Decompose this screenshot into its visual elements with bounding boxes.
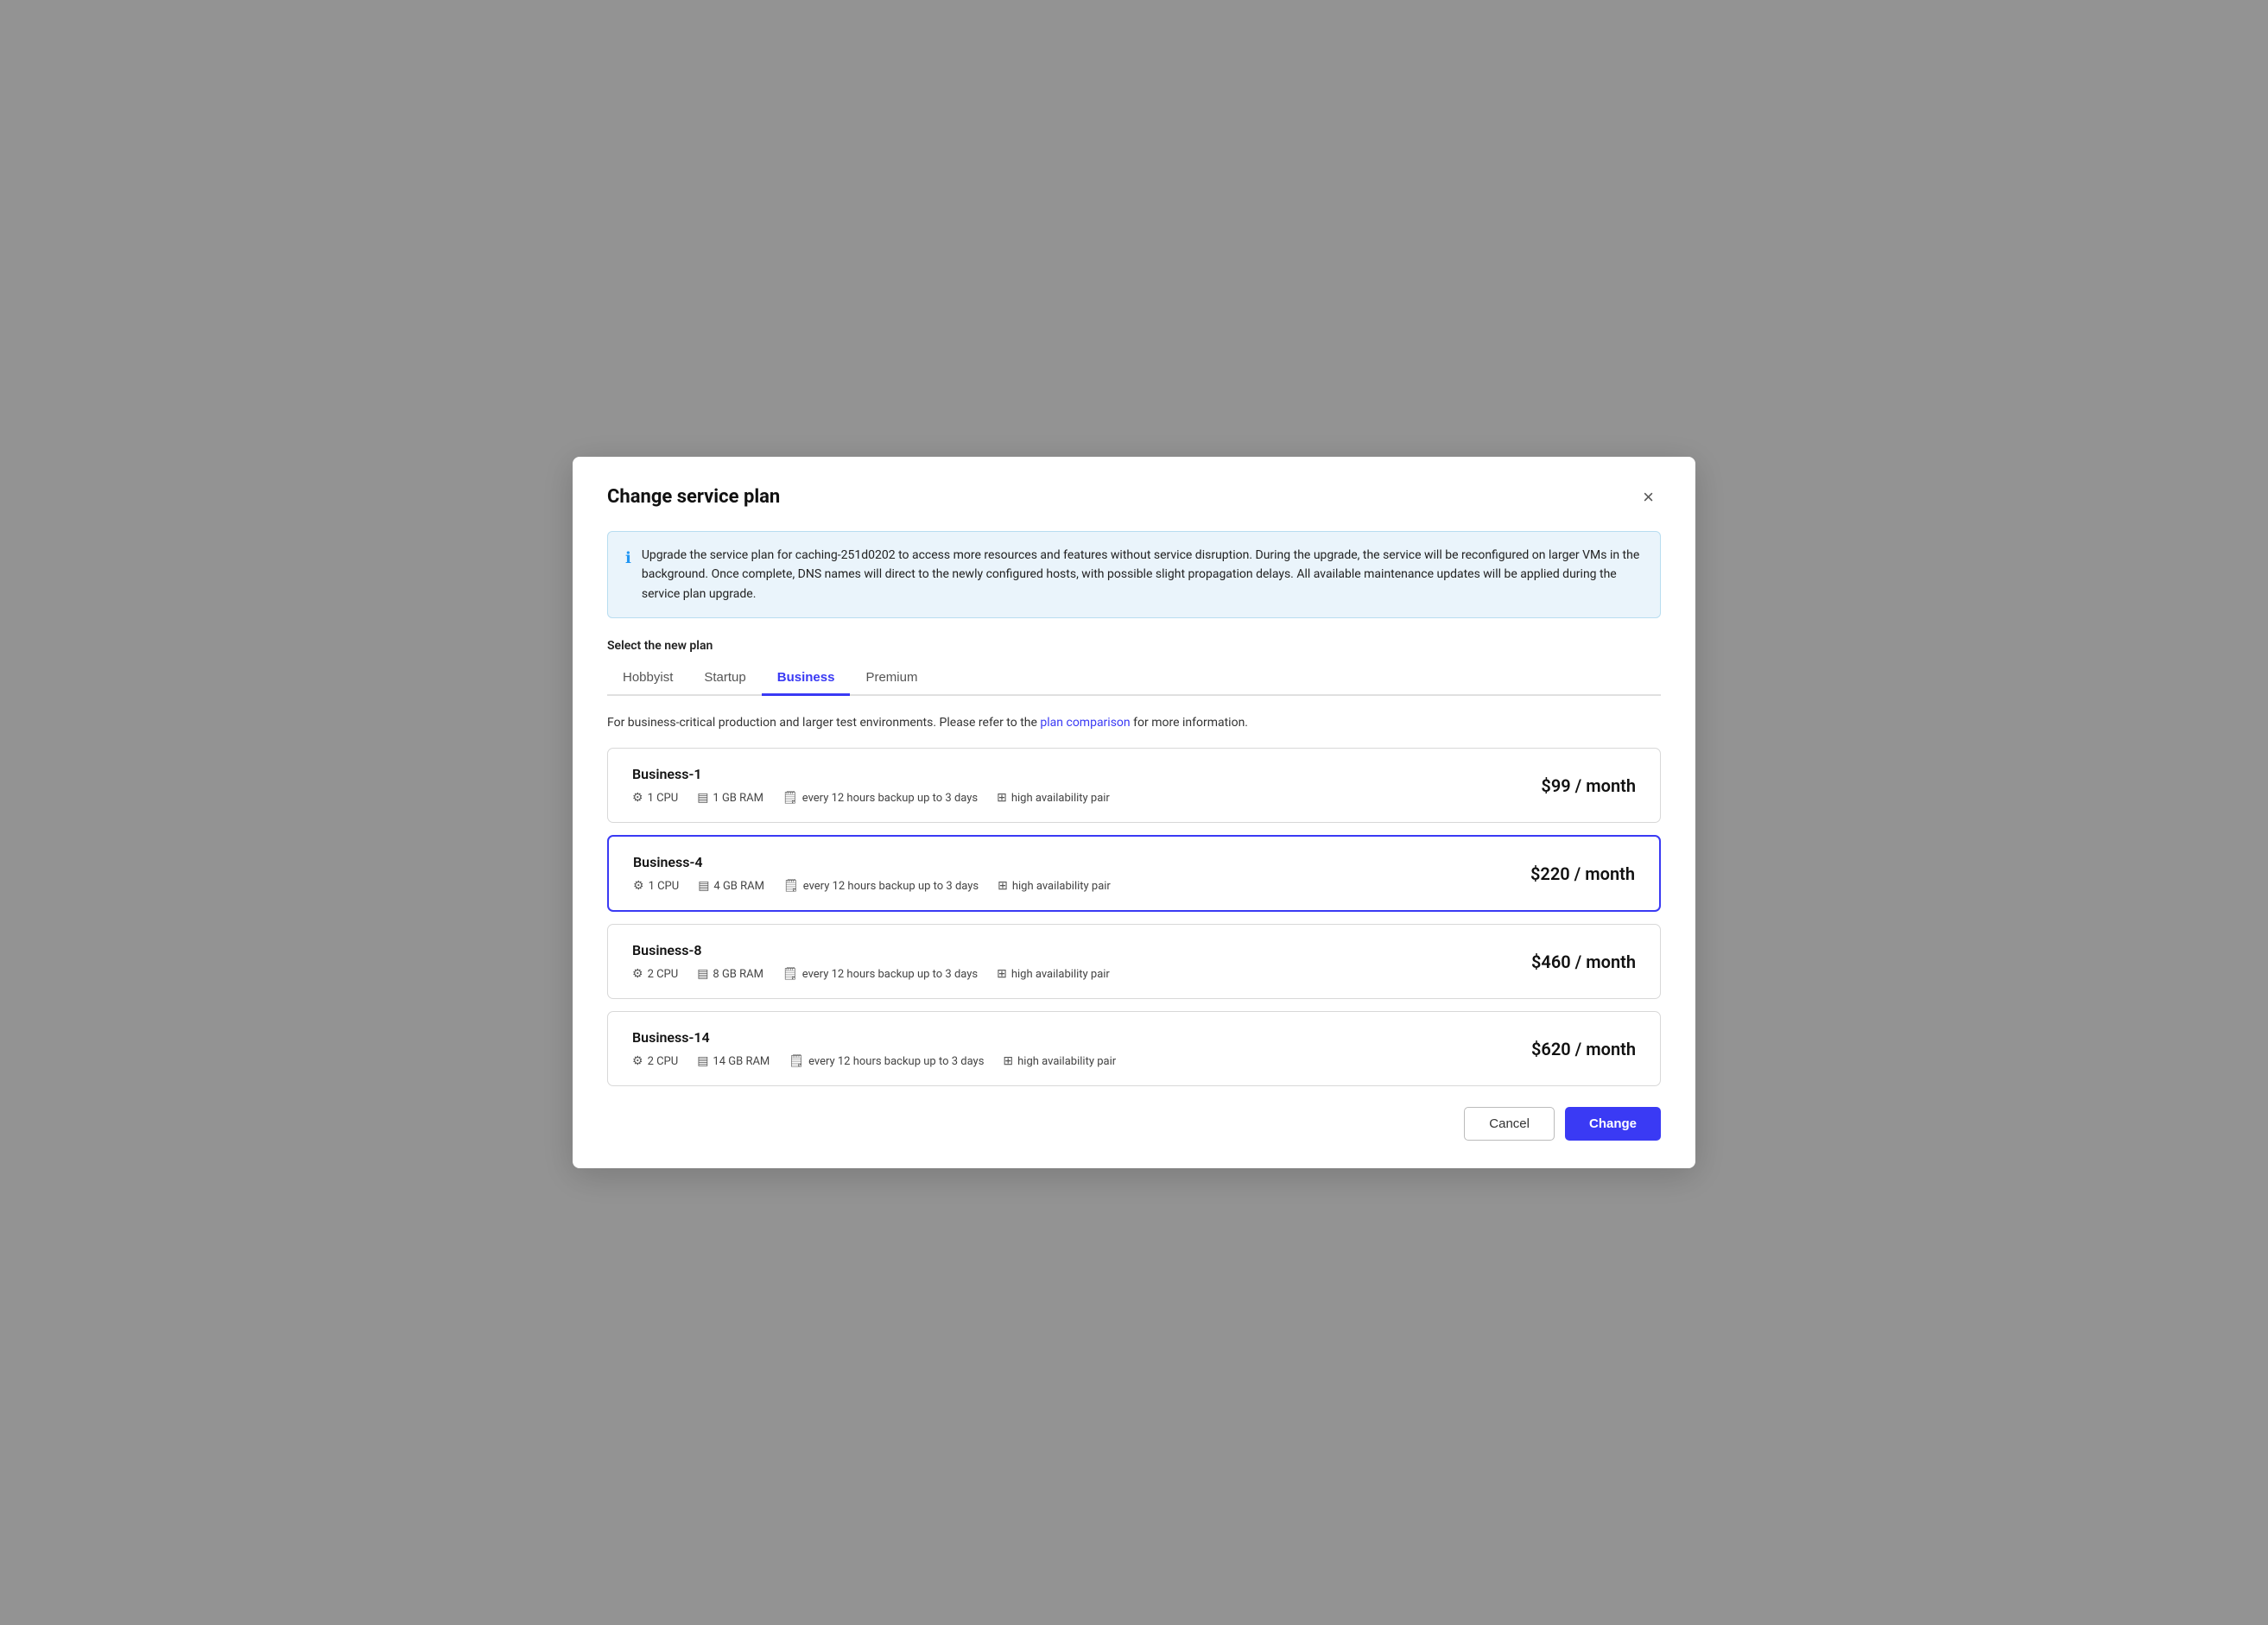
ram-icon: ▤: [698, 879, 709, 893]
spec-backup: 🗒 every 12 hours backup up to 3 days: [789, 1054, 984, 1068]
plan-specs-business-1: ⚙ 1 CPU ▤ 1 GB RAM 🗒 every 12 hours back…: [632, 791, 1110, 805]
spec-cpu-text: 1 CPU: [648, 792, 679, 805]
spec-ram: ▤ 4 GB RAM: [698, 879, 764, 893]
spec-ha: ⊞ high availability pair: [997, 967, 1110, 981]
info-banner-text: Upgrade the service plan for caching-251…: [642, 546, 1643, 604]
tab-premium[interactable]: Premium: [850, 661, 933, 696]
spec-backup: 🗒 every 12 hours backup up to 3 days: [783, 879, 979, 893]
plan-price-business-1: $99 / month: [1541, 775, 1636, 796]
plan-price-business-14: $620 / month: [1531, 1039, 1636, 1059]
spec-cpu: ⚙ 2 CPU: [632, 967, 678, 981]
cpu-icon: ⚙: [633, 879, 644, 893]
spec-cpu: ⚙ 2 CPU: [632, 1054, 678, 1068]
plan-price-business-4: $220 / month: [1530, 863, 1635, 884]
spec-ha-text: high availability pair: [1017, 1055, 1116, 1068]
spec-ram-text: 14 GB RAM: [713, 1055, 770, 1068]
plan-description: For business-critical production and lar…: [607, 713, 1661, 732]
spec-cpu-text: 2 CPU: [648, 968, 679, 981]
backup-icon: 🗒: [782, 967, 798, 981]
spec-ha: ⊞ high availability pair: [1003, 1054, 1116, 1068]
plan-card-left: Business-1 ⚙ 1 CPU ▤ 1 GB RAM 🗒 every 1: [632, 766, 1110, 805]
spec-ha: ⊞ high availability pair: [998, 879, 1111, 893]
spec-cpu: ⚙ 1 CPU: [633, 879, 679, 893]
plan-specs-business-4: ⚙ 1 CPU ▤ 4 GB RAM 🗒 every 12 hours back…: [633, 879, 1111, 893]
modal-header: Change service plan ×: [607, 484, 1661, 510]
plan-price-business-8: $460 / month: [1531, 952, 1636, 972]
spec-cpu-text: 1 CPU: [649, 880, 680, 893]
ram-icon: ▤: [697, 967, 708, 981]
plan-specs-business-14: ⚙ 2 CPU ▤ 14 GB RAM 🗒 every 12 hours bac…: [632, 1054, 1116, 1068]
plan-card-left: Business-14 ⚙ 2 CPU ▤ 14 GB RAM 🗒 every: [632, 1029, 1116, 1068]
plan-specs-business-8: ⚙ 2 CPU ▤ 8 GB RAM 🗒 every 12 hours back…: [632, 967, 1110, 981]
plan-card-left: Business-8 ⚙ 2 CPU ▤ 8 GB RAM 🗒 every 1: [632, 942, 1110, 981]
plan-cards-container: Business-1 ⚙ 1 CPU ▤ 1 GB RAM 🗒 every 1: [607, 748, 1661, 1086]
backup-icon: 🗒: [789, 1054, 804, 1068]
cpu-icon: ⚙: [632, 1054, 643, 1068]
tab-startup[interactable]: Startup: [688, 661, 761, 696]
plan-name-business-14: Business-14: [632, 1029, 1116, 1046]
cancel-button[interactable]: Cancel: [1464, 1107, 1555, 1141]
ha-icon: ⊞: [998, 879, 1008, 893]
spec-cpu-text: 2 CPU: [648, 1055, 679, 1068]
tabs-container: Hobbyist Startup Business Premium: [607, 661, 1661, 696]
ha-icon: ⊞: [997, 791, 1007, 805]
plan-card-left: Business-4 ⚙ 1 CPU ▤ 4 GB RAM 🗒 every 1: [633, 854, 1111, 893]
spec-ha: ⊞ high availability pair: [997, 791, 1110, 805]
ha-icon: ⊞: [1003, 1054, 1013, 1068]
spec-ram: ▤ 8 GB RAM: [697, 967, 763, 981]
spec-backup-text: every 12 hours backup up to 3 days: [802, 792, 978, 805]
modal-title: Change service plan: [607, 486, 780, 508]
spec-ha-text: high availability pair: [1011, 792, 1110, 805]
ha-icon: ⊞: [997, 967, 1007, 981]
change-button[interactable]: Change: [1565, 1107, 1661, 1141]
spec-backup: 🗒 every 12 hours backup up to 3 days: [782, 791, 978, 805]
plan-name-business-1: Business-1: [632, 766, 1110, 782]
spec-backup: 🗒 every 12 hours backup up to 3 days: [782, 967, 978, 981]
info-banner: ℹ Upgrade the service plan for caching-2…: [607, 531, 1661, 618]
select-plan-label: Select the new plan: [607, 639, 1661, 653]
plan-card-business-8[interactable]: Business-8 ⚙ 2 CPU ▤ 8 GB RAM 🗒 every 1: [607, 924, 1661, 999]
spec-backup-text: every 12 hours backup up to 3 days: [808, 1055, 984, 1068]
plan-card-business-1[interactable]: Business-1 ⚙ 1 CPU ▤ 1 GB RAM 🗒 every 1: [607, 748, 1661, 823]
cpu-icon: ⚙: [632, 967, 643, 981]
tab-business[interactable]: Business: [762, 661, 851, 696]
modal-overlay: Change service plan × ℹ Upgrade the serv…: [0, 0, 2268, 1625]
plan-name-business-4: Business-4: [633, 854, 1111, 870]
ram-icon: ▤: [697, 1054, 708, 1068]
plan-desc-suffix: for more information.: [1131, 716, 1248, 730]
plan-comparison-link[interactable]: plan comparison: [1040, 716, 1130, 730]
close-button[interactable]: ×: [1636, 484, 1661, 510]
plan-card-business-4[interactable]: Business-4 ⚙ 1 CPU ▤ 4 GB RAM 🗒 every 1: [607, 835, 1661, 912]
modal-dialog: Change service plan × ℹ Upgrade the serv…: [573, 457, 1695, 1169]
spec-ha-text: high availability pair: [1011, 968, 1110, 981]
backup-icon: 🗒: [783, 879, 799, 893]
spec-cpu: ⚙ 1 CPU: [632, 791, 678, 805]
spec-ram: ▤ 14 GB RAM: [697, 1054, 770, 1068]
backup-icon: 🗒: [782, 791, 798, 805]
spec-ram-text: 4 GB RAM: [713, 880, 764, 893]
modal-footer: Cancel Change: [607, 1107, 1661, 1141]
ram-icon: ▤: [697, 791, 708, 805]
plan-name-business-8: Business-8: [632, 942, 1110, 958]
plan-card-business-14[interactable]: Business-14 ⚙ 2 CPU ▤ 14 GB RAM 🗒 every: [607, 1011, 1661, 1086]
cpu-icon: ⚙: [632, 791, 643, 805]
spec-backup-text: every 12 hours backup up to 3 days: [803, 880, 979, 893]
info-icon: ℹ: [625, 547, 631, 604]
plan-desc-text: For business-critical production and lar…: [607, 716, 1040, 730]
spec-ram: ▤ 1 GB RAM: [697, 791, 763, 805]
spec-ram-text: 8 GB RAM: [713, 968, 763, 981]
tab-hobbyist[interactable]: Hobbyist: [607, 661, 688, 696]
spec-ram-text: 1 GB RAM: [713, 792, 763, 805]
spec-backup-text: every 12 hours backup up to 3 days: [802, 968, 978, 981]
spec-ha-text: high availability pair: [1012, 880, 1111, 893]
